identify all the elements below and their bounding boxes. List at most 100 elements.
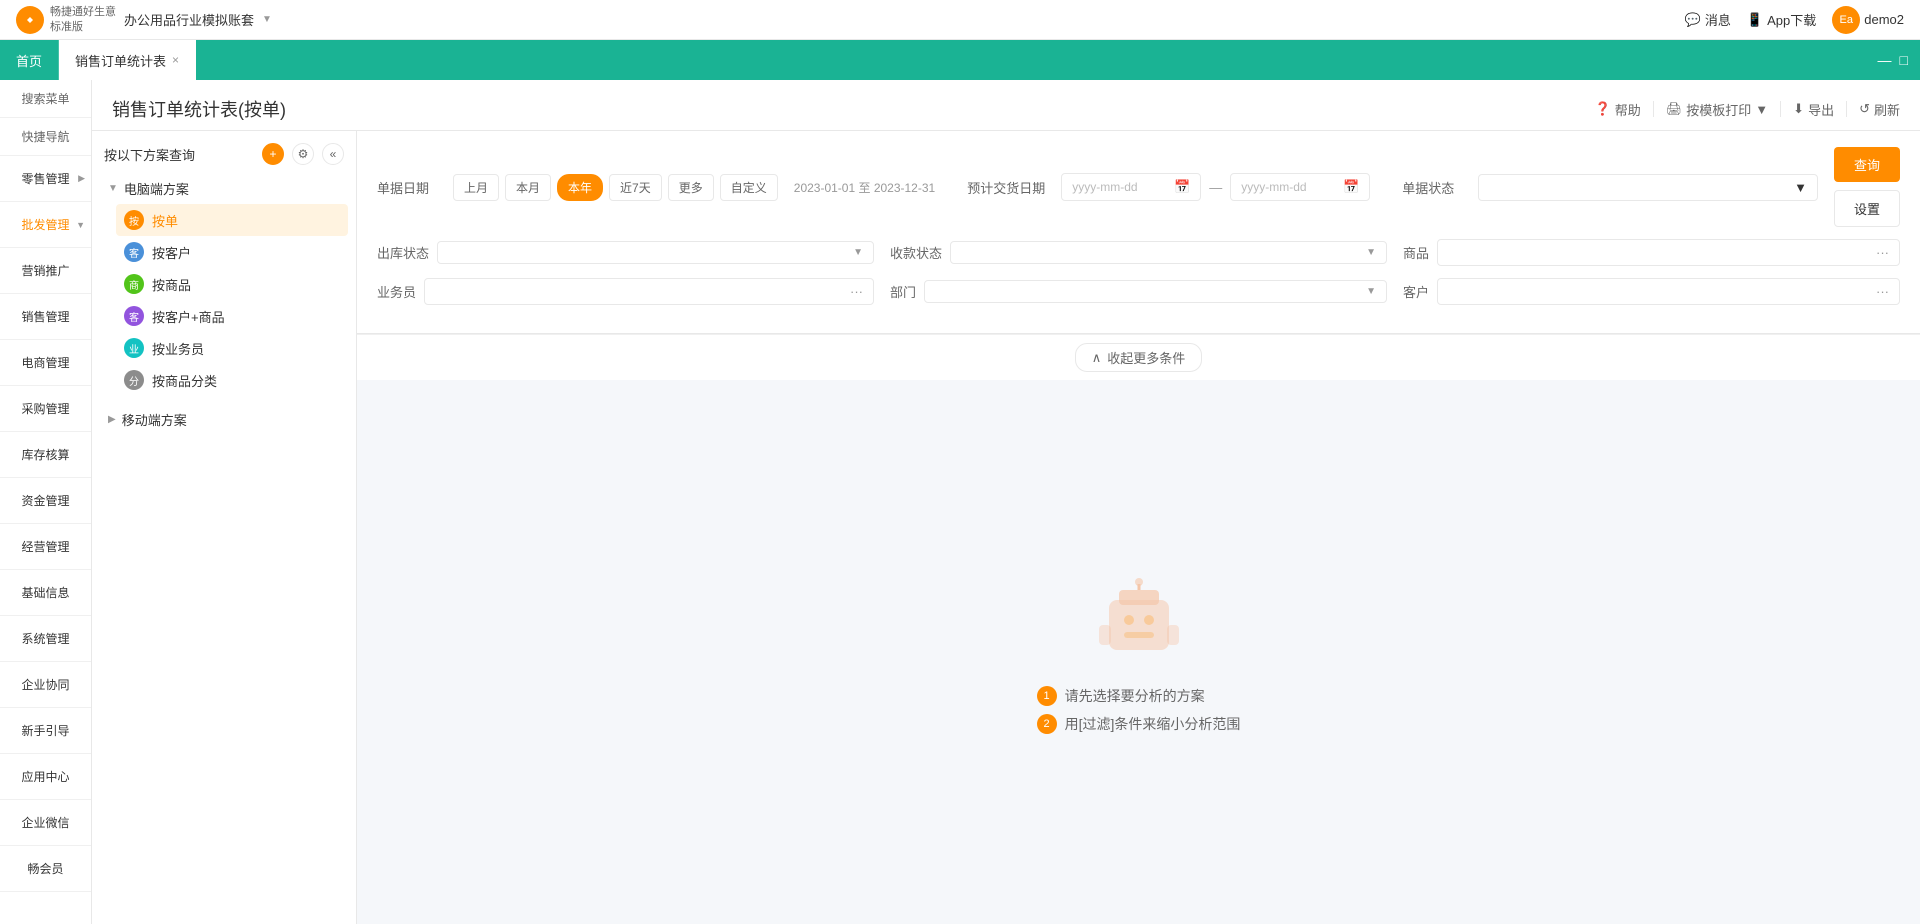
sidebar-item-system[interactable]: 系统管理: [0, 616, 91, 662]
calendar-icon-end: 📅: [1343, 179, 1359, 195]
scheme-by-salesman[interactable]: 业 按业务员: [116, 332, 348, 364]
navtab-icons: — □: [1866, 40, 1920, 80]
sidebar-item-newbie[interactable]: 新手引导: [0, 708, 91, 754]
expected-date-input: yyyy-mm-dd 📅 — yyyy-mm-dd 📅: [1061, 173, 1370, 201]
left-panel-title: 按以下方案查询: [104, 145, 195, 164]
empty-state: 1 请先选择要分析的方案 2 用[过滤]条件来缩小分析范围: [357, 380, 1920, 924]
inner-layout: 按以下方案查询 + ⚙ « ▼: [92, 131, 1920, 924]
sidebar-item-ecommerce[interactable]: 电商管理: [0, 340, 91, 386]
sidebar: 搜索菜单 快捷导航 零售管理 批发管理 营销推广 销售管理 电商管理 采购管理 …: [0, 80, 92, 924]
download-icon: 📱: [1747, 12, 1763, 28]
expand-icon-pc: ▼: [108, 183, 118, 194]
export-btn[interactable]: ⬇ 导出: [1793, 100, 1834, 119]
logo-icon: [16, 6, 44, 34]
tree-parent-pc[interactable]: ▼ 电脑端方案: [100, 173, 348, 204]
salesman-input[interactable]: ···: [424, 278, 874, 305]
topbar-right: 💬 消息 📱 App下载 Ea demo2: [1685, 6, 1904, 34]
app-download-btn[interactable]: 📱 App下载: [1747, 10, 1816, 29]
message-btn[interactable]: 💬 消息: [1685, 10, 1731, 29]
collapse-panel-btn[interactable]: «: [322, 143, 344, 165]
pay-status-dropdown-icon: ▼: [1366, 247, 1376, 258]
window-minimize-icon[interactable]: —: [1878, 52, 1892, 68]
app-title-dropdown[interactable]: ▼: [262, 14, 272, 25]
sidebar-item-wechat[interactable]: 企业微信: [0, 800, 91, 846]
filter-cell-ship: 出库状态 ▼: [377, 241, 874, 264]
chevron-up-icon: ∧: [1092, 350, 1102, 366]
filter-cell-salesman: 业务员 ···: [377, 278, 874, 305]
ship-status-dropdown-icon: ▼: [853, 247, 863, 258]
sidebar-item-finance[interactable]: 资金管理: [0, 478, 91, 524]
sidebar-item-quick-nav[interactable]: 快捷导航: [0, 118, 91, 156]
customer-input[interactable]: ···: [1437, 278, 1900, 305]
scheme-by-goods-category[interactable]: 分 按商品分类: [116, 364, 348, 396]
scheme-icon-order: 按: [124, 210, 144, 230]
sidebar-item-retail[interactable]: 零售管理: [0, 156, 91, 202]
content-area: 销售订单统计表(按单) ❓ 帮助 🖨 按模板打印 ▼ ⬇ 导出: [92, 80, 1920, 924]
scheme-by-customer[interactable]: 客 按客户: [116, 236, 348, 268]
bill-status-dropdown-icon: ▼: [1794, 180, 1807, 195]
help-btn[interactable]: ❓ 帮助: [1595, 100, 1641, 119]
pay-status-label: 收款状态: [890, 243, 942, 262]
sidebar-item-search-menu[interactable]: 搜索菜单: [0, 80, 91, 118]
sidebar-item-member[interactable]: 畅会员: [0, 846, 91, 892]
sidebar-item-collab[interactable]: 企业协同: [0, 662, 91, 708]
scheme-icon-customer: 客: [124, 242, 144, 262]
scheme-by-customer-goods[interactable]: 客 按客户+商品: [116, 300, 348, 332]
logo-text: 畅捷通好生意 标准版: [50, 5, 116, 34]
sidebar-item-basic-info[interactable]: 基础信息: [0, 570, 91, 616]
settings-btn[interactable]: 设置: [1834, 190, 1900, 227]
print-icon: 🖨: [1666, 101, 1683, 117]
sidebar-item-operations[interactable]: 经营管理: [0, 524, 91, 570]
date-btn-this-year[interactable]: 本年: [557, 174, 603, 201]
dept-label: 部门: [890, 282, 916, 301]
sidebar-item-purchase[interactable]: 采购管理: [0, 386, 91, 432]
print-dropdown-icon: ▼: [1755, 102, 1768, 117]
ship-status-label: 出库状态: [377, 243, 429, 262]
filter-area: 单据日期 上月 本月 本年 近7天 更多 自定义 2023-01-01 至 20…: [357, 131, 1920, 334]
salesman-ellipsis: ···: [850, 284, 863, 299]
scheme-by-goods[interactable]: 商 按商品: [116, 268, 348, 300]
tab-close-icon[interactable]: ×: [172, 53, 179, 67]
tab-sales-order-stats[interactable]: 销售订单统计表 ×: [59, 40, 196, 80]
window-maximize-icon[interactable]: □: [1900, 52, 1908, 68]
ship-status-select[interactable]: ▼: [437, 241, 874, 264]
bill-status-select[interactable]: ▼: [1478, 174, 1818, 201]
expected-date-end[interactable]: yyyy-mm-dd 📅: [1230, 173, 1370, 201]
sidebar-item-marketing[interactable]: 营销推广: [0, 248, 91, 294]
sidebar-item-app-center[interactable]: 应用中心: [0, 754, 91, 800]
date-btn-this-month[interactable]: 本月: [505, 174, 551, 201]
template-print-btn[interactable]: 🖨 按模板打印 ▼: [1666, 100, 1768, 119]
add-scheme-btn[interactable]: +: [262, 143, 284, 165]
left-panel-header: 按以下方案查询 + ⚙ «: [92, 143, 356, 173]
filter-row3: 业务员 ··· 部门 ▼: [377, 278, 1900, 305]
refresh-btn[interactable]: ↺ 刷新: [1859, 100, 1900, 119]
empty-tip-1: 1 请先选择要分析的方案: [1037, 686, 1241, 706]
expected-date-start[interactable]: yyyy-mm-dd 📅: [1061, 173, 1201, 201]
scheme-by-order[interactable]: 按 按单: [116, 204, 348, 236]
date-btn-last-month[interactable]: 上月: [453, 174, 499, 201]
topbar-left: 畅捷通好生意 标准版 办公用品行业模拟账套 ▼: [16, 5, 272, 34]
goods-ellipsis: ···: [1876, 245, 1889, 260]
tab-home[interactable]: 首页: [0, 40, 59, 80]
avatar: Ea: [1832, 6, 1860, 34]
filter-row-date: 单据日期 上月 本月 本年 近7天 更多 自定义 2023-01-01 至 20…: [377, 147, 1900, 227]
logo-area: 畅捷通好生意 标准版: [16, 5, 116, 34]
sidebar-item-sales[interactable]: 销售管理: [0, 294, 91, 340]
goods-input[interactable]: ···: [1437, 239, 1900, 266]
sidebar-item-wholesale[interactable]: 批发管理: [0, 202, 91, 248]
collapse-btn[interactable]: ∧ 收起更多条件: [1075, 343, 1203, 372]
date-btn-custom[interactable]: 自定义: [720, 174, 778, 201]
pay-status-select[interactable]: ▼: [950, 241, 1387, 264]
dept-select[interactable]: ▼: [924, 280, 1387, 303]
filter-cell-goods: 商品 ···: [1403, 239, 1900, 266]
date-btn-more[interactable]: 更多: [668, 174, 714, 201]
settings-scheme-btn[interactable]: ⚙: [292, 143, 314, 165]
action-buttons: 查询 设置: [1834, 147, 1900, 227]
user-profile-btn[interactable]: Ea demo2: [1832, 6, 1904, 34]
date-btn-7days[interactable]: 近7天: [609, 174, 662, 201]
empty-tips: 1 请先选择要分析的方案 2 用[过滤]条件来缩小分析范围: [1037, 686, 1241, 734]
sidebar-item-inventory[interactable]: 库存核算: [0, 432, 91, 478]
tree-parent-mobile[interactable]: ▶ 移动端方案: [100, 404, 348, 435]
expand-icon-mobile: ▶: [108, 414, 116, 425]
query-btn[interactable]: 查询: [1834, 147, 1900, 182]
